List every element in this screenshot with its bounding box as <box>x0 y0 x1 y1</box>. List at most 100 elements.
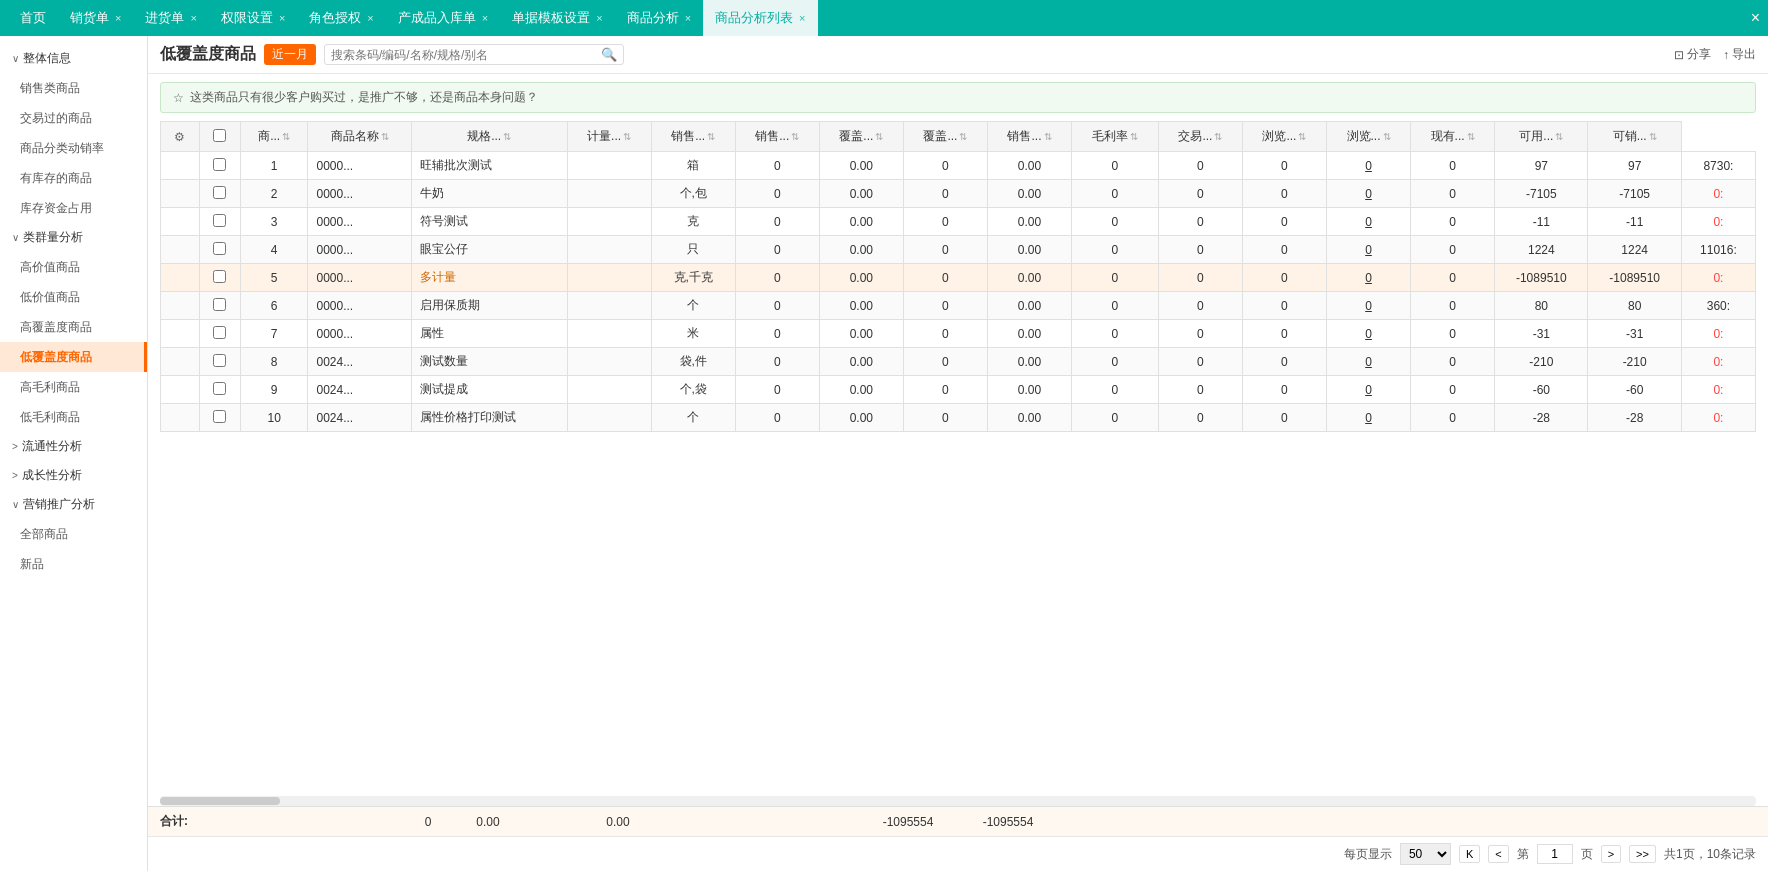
close-permission-settings[interactable]: × <box>279 12 285 24</box>
cell-browse1-6[interactable]: 0 <box>1327 320 1411 348</box>
sidebar-item-sales-goods[interactable]: 销售类商品 <box>0 73 147 103</box>
browse1-link-7[interactable]: 0 <box>1365 355 1372 369</box>
col-sellable[interactable]: 可销...⇅ <box>1588 122 1681 152</box>
scrollbar-thumb[interactable] <box>160 797 280 805</box>
browse1-link-3[interactable]: 0 <box>1365 243 1372 257</box>
time-filter-button[interactable]: 近一月 <box>264 44 316 65</box>
sidebar-item-capital-occupy[interactable]: 库存资金占用 <box>0 193 147 223</box>
col-sales-count[interactable]: 销售...⇅ <box>651 122 735 152</box>
cell-name-8[interactable]: 测试提成 <box>411 376 567 404</box>
browse1-link-6[interactable]: 0 <box>1365 327 1372 341</box>
cell-checkbox-8[interactable] <box>199 376 240 404</box>
cell-checkbox-6[interactable] <box>199 320 240 348</box>
row-checkbox-7[interactable] <box>213 354 226 367</box>
browse1-link-9[interactable]: 0 <box>1365 411 1372 425</box>
cell-checkbox-4[interactable] <box>199 264 240 292</box>
close-role-auth[interactable]: × <box>367 12 373 24</box>
nav-permission-settings[interactable]: 权限设置 × <box>209 0 297 36</box>
col-browse2[interactable]: 浏览...⇅ <box>1327 122 1411 152</box>
col-gross-rate[interactable]: 毛利率⇅ <box>1072 122 1159 152</box>
browse1-link-8[interactable]: 0 <box>1365 383 1372 397</box>
col-cov2[interactable]: 覆盖...⇅ <box>903 122 987 152</box>
sidebar-item-low-coverage[interactable]: 低覆盖度商品 <box>0 342 147 372</box>
nav-home[interactable]: 首页 <box>8 0 58 36</box>
prev-page-button[interactable]: < <box>1488 845 1508 863</box>
sidebar-section-overall[interactable]: ∨ 整体信息 <box>0 44 147 73</box>
cell-name-0[interactable]: 旺辅批次测试 <box>411 152 567 180</box>
first-page-button[interactable]: K <box>1459 845 1480 863</box>
search-icon[interactable]: 🔍 <box>601 47 617 62</box>
cell-browse1-0[interactable]: 0 <box>1327 152 1411 180</box>
cell-browse1-3[interactable]: 0 <box>1327 236 1411 264</box>
cell-browse1-8[interactable]: 0 <box>1327 376 1411 404</box>
row-checkbox-8[interactable] <box>213 382 226 395</box>
nav-role-auth[interactable]: 角色授权 × <box>297 0 385 36</box>
sidebar-section-growth[interactable]: > 成长性分析 <box>0 461 147 490</box>
sidebar-section-group-analysis[interactable]: ∨ 类群量分析 <box>0 223 147 252</box>
sidebar-item-traded-goods[interactable]: 交易过的商品 <box>0 103 147 133</box>
sidebar-item-high-coverage[interactable]: 高覆盖度商品 <box>0 312 147 342</box>
cell-name-2[interactable]: 符号测试 <box>411 208 567 236</box>
close-finished-goods[interactable]: × <box>482 12 488 24</box>
col-code[interactable]: 商...⇅ <box>240 122 308 152</box>
cell-name-6[interactable]: 属性 <box>411 320 567 348</box>
page-input[interactable] <box>1537 844 1573 864</box>
cell-checkbox-9[interactable] <box>199 404 240 432</box>
sidebar-item-low-value[interactable]: 低价值商品 <box>0 282 147 312</box>
row-checkbox-9[interactable] <box>213 410 226 423</box>
sidebar-section-marketing[interactable]: ∨ 营销推广分析 <box>0 490 147 519</box>
cell-name-4[interactable]: 多计量 <box>411 264 567 292</box>
last-page-button[interactable]: >> <box>1629 845 1656 863</box>
row-checkbox-0[interactable] <box>213 158 226 171</box>
select-all-checkbox[interactable] <box>213 129 226 142</box>
nav-purchase-order[interactable]: 进货单 × <box>133 0 208 36</box>
cell-browse1-7[interactable]: 0 <box>1327 348 1411 376</box>
cell-checkbox-2[interactable] <box>199 208 240 236</box>
cell-name-3[interactable]: 眼宝公仔 <box>411 236 567 264</box>
browse1-link-5[interactable]: 0 <box>1365 299 1372 313</box>
horizontal-scrollbar[interactable] <box>160 796 1756 806</box>
row-checkbox-2[interactable] <box>213 214 226 227</box>
nav-product-analysis[interactable]: 商品分析 × <box>615 0 703 36</box>
col-name[interactable]: 商品名称⇅ <box>308 122 411 152</box>
cell-checkbox-1[interactable] <box>199 180 240 208</box>
cell-checkbox-5[interactable] <box>199 292 240 320</box>
close-all-tabs[interactable]: × <box>1751 9 1760 27</box>
cell-checkbox-7[interactable] <box>199 348 240 376</box>
close-product-analysis-list[interactable]: × <box>799 12 805 24</box>
col-trade[interactable]: 交易...⇅ <box>1158 122 1242 152</box>
close-sales-order[interactable]: × <box>115 12 121 24</box>
col-unit[interactable]: 计量...⇅ <box>567 122 651 152</box>
nav-sales-order[interactable]: 销货单 × <box>58 0 133 36</box>
col-available[interactable]: 可用...⇅ <box>1495 122 1588 152</box>
cell-name-5[interactable]: 启用保质期 <box>411 292 567 320</box>
row-checkbox-3[interactable] <box>213 242 226 255</box>
sidebar-item-high-margin[interactable]: 高毛利商品 <box>0 372 147 402</box>
col-settings[interactable]: ⚙ <box>161 122 200 152</box>
sidebar-item-category-rate[interactable]: 商品分类动销率 <box>0 133 147 163</box>
cell-checkbox-3[interactable] <box>199 236 240 264</box>
close-voucher-template[interactable]: × <box>596 12 602 24</box>
col-browse1[interactable]: 浏览...⇅ <box>1242 122 1326 152</box>
sidebar-item-all-goods[interactable]: 全部商品 <box>0 519 147 549</box>
sidebar-item-new-goods[interactable]: 新品 <box>0 549 147 579</box>
sidebar-item-in-stock[interactable]: 有库存的商品 <box>0 163 147 193</box>
nav-finished-goods[interactable]: 产成品入库单 × <box>386 0 500 36</box>
gear-icon[interactable]: ⚙ <box>174 130 185 144</box>
close-purchase-order[interactable]: × <box>190 12 196 24</box>
row-checkbox-1[interactable] <box>213 186 226 199</box>
cell-name-7[interactable]: 测试数量 <box>411 348 567 376</box>
cell-name-1[interactable]: 牛奶 <box>411 180 567 208</box>
browse1-link-1[interactable]: 0 <box>1365 187 1372 201</box>
nav-voucher-template[interactable]: 单据模板设置 × <box>500 0 614 36</box>
cell-browse1-5[interactable]: 0 <box>1327 292 1411 320</box>
search-input[interactable] <box>331 48 601 62</box>
col-spec[interactable]: 规格...⇅ <box>411 122 567 152</box>
per-page-select[interactable]: 50 100 200 <box>1400 843 1451 865</box>
browse1-link-0[interactable]: 0 <box>1365 159 1372 173</box>
cell-name-9[interactable]: 属性价格打印测试 <box>411 404 567 432</box>
cell-browse1-2[interactable]: 0 <box>1327 208 1411 236</box>
col-sales-amount[interactable]: 销售...⇅ <box>735 122 819 152</box>
col-sales-days[interactable]: 销售...⇅ <box>987 122 1071 152</box>
cell-browse1-4[interactable]: 0 <box>1327 264 1411 292</box>
